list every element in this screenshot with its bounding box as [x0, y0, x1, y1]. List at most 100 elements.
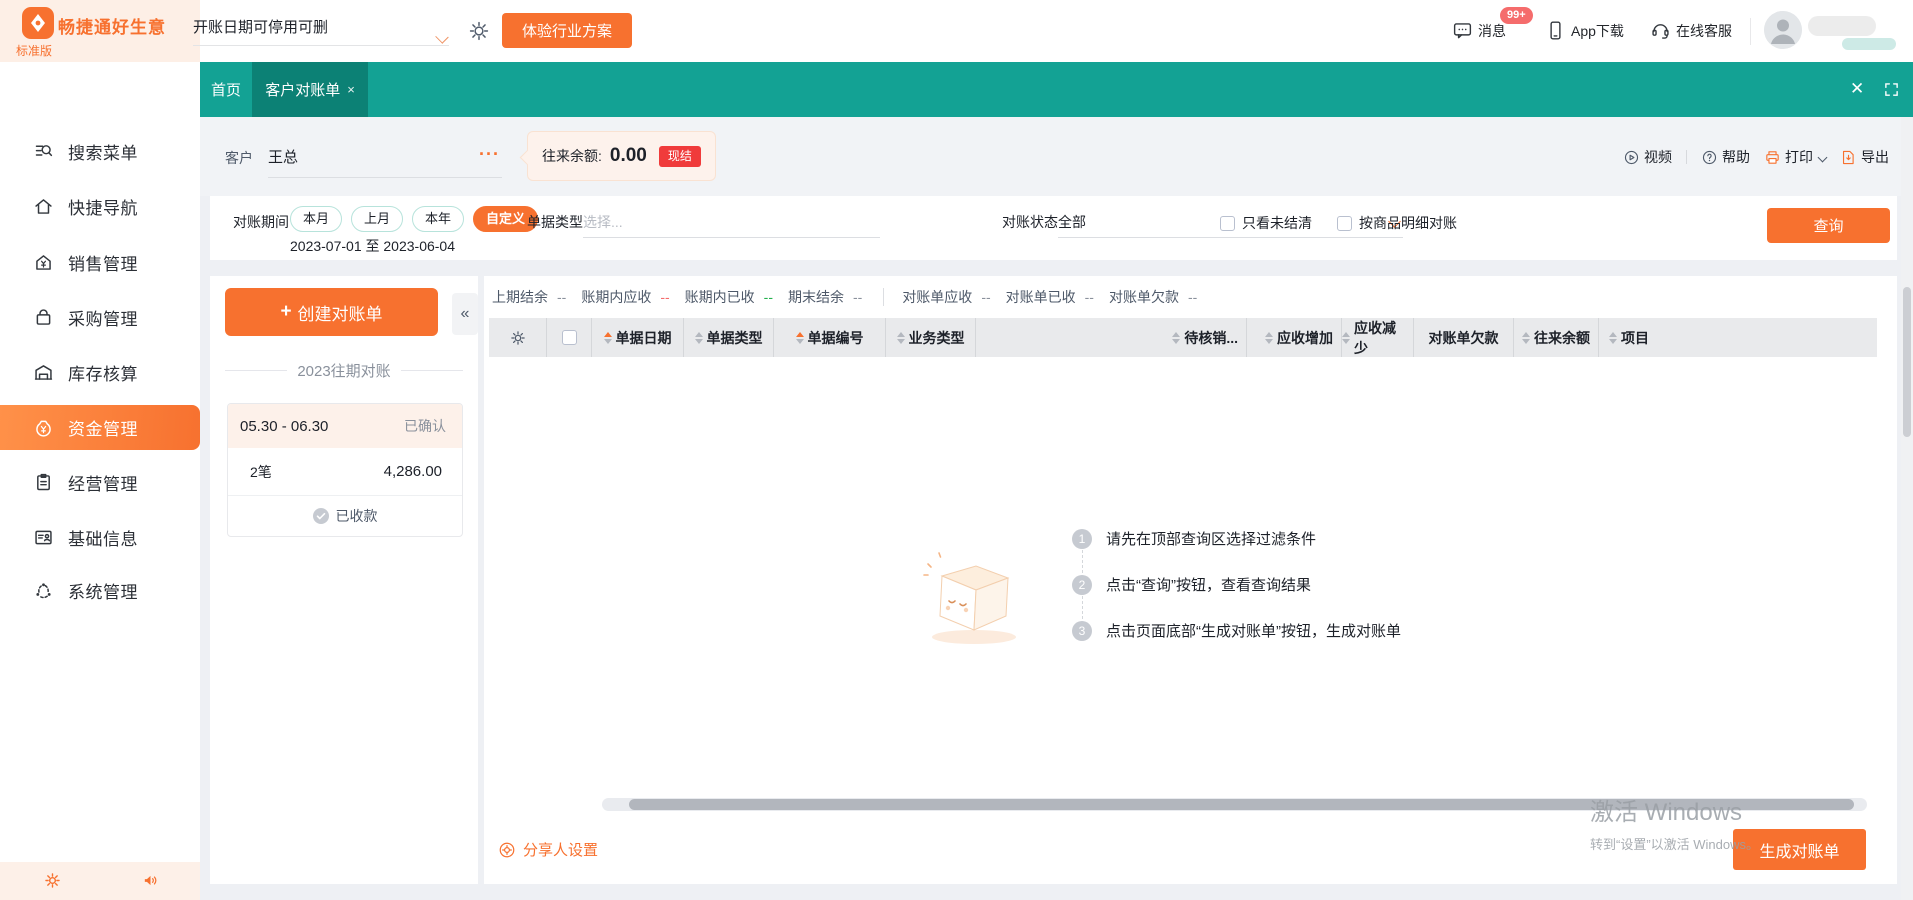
logo-block: 畅捷通好生意 标准版 — [0, 0, 200, 62]
empty-state-steps: 1 请先在顶部查询区选择过滤条件 2 点击“查询”按钮，查看查询结果 3 点击页… — [1072, 528, 1401, 666]
username-masked-accent — [1842, 38, 1896, 50]
only-unsettled-checkbox[interactable]: 只看未结清 — [1220, 213, 1312, 233]
footer-gear-icon[interactable] — [44, 872, 61, 889]
announcement-horn-icon[interactable] — [142, 872, 159, 889]
message-icon — [1452, 20, 1473, 41]
sidebar-item-inventory[interactable]: 库存核算 — [0, 350, 200, 394]
column-settings-cell[interactable] — [489, 318, 547, 357]
column-doc-no[interactable]: 单据编号 — [774, 318, 886, 357]
horizontal-scrollbar[interactable] — [602, 798, 1867, 811]
sidebar-item-sales[interactable]: 销售管理 — [0, 240, 200, 284]
sidebar-item-search-menu[interactable]: 搜索菜单 — [0, 129, 200, 173]
summary-item: 账期内应收 -- — [581, 287, 669, 307]
column-receivable-increase[interactable]: 应收增加 — [1247, 318, 1342, 357]
customer-more-button[interactable]: ... — [479, 139, 500, 160]
chevron-down-icon — [1817, 152, 1828, 162]
balance-value: 0.00 — [609, 145, 647, 166]
column-pending-writeoff[interactable]: 待核销... — [976, 318, 1247, 357]
summary-item: 对账单应收 -- — [902, 287, 990, 307]
column-project[interactable]: 项目 — [1599, 318, 1877, 357]
sales-shop-icon — [33, 252, 54, 273]
close-icon[interactable]: ✕ — [1850, 79, 1864, 99]
toolbar-divider — [1686, 150, 1687, 164]
sidebar-item-system[interactable]: 系统管理 — [0, 568, 200, 612]
vertical-scrollbar[interactable] — [1901, 117, 1913, 900]
sort-icon[interactable] — [1609, 331, 1617, 344]
sort-icon[interactable] — [1265, 331, 1273, 344]
collapse-panel-button[interactable]: « — [452, 293, 478, 335]
export-button[interactable]: 导出 — [1840, 147, 1889, 167]
online-service-label: 在线客服 — [1676, 22, 1732, 39]
column-label: 待核销... — [1184, 329, 1238, 346]
sort-icon[interactable] — [1522, 331, 1530, 344]
period-this-year[interactable]: 本年 — [412, 206, 465, 232]
app-title: 畅捷通好生意 — [58, 18, 166, 37]
status-label: 对账状态 — [1002, 214, 1058, 230]
page-toolbar: 视频 帮助 打印 导出 — [1623, 147, 1889, 167]
sort-icon[interactable] — [603, 331, 612, 344]
sidebar-item-label: 系统管理 — [68, 582, 138, 602]
messages-button[interactable]: 消息 — [1452, 20, 1506, 41]
summary-divider — [883, 288, 885, 306]
user-avatar[interactable] — [1764, 11, 1802, 49]
sidebar-item-purchase[interactable]: 采购管理 — [0, 295, 200, 339]
scrollbar-thumb[interactable] — [1903, 287, 1911, 437]
column-label: 项目 — [1621, 329, 1649, 346]
tab-close-icon[interactable]: × — [347, 82, 355, 97]
query-button[interactable]: 查询 — [1767, 208, 1890, 243]
fullscreen-icon[interactable] — [1884, 82, 1899, 97]
print-button[interactable]: 打印 — [1764, 147, 1828, 167]
sort-icon[interactable] — [795, 331, 804, 344]
doc-type-placeholder: 选择... — [583, 214, 623, 230]
column-receivable-decrease[interactable]: 应收减少 — [1342, 318, 1414, 357]
sidebar-item-operations[interactable]: 经营管理 — [0, 460, 200, 504]
create-statement-button[interactable]: + 创建对账单 — [225, 288, 438, 336]
settings-gear-icon[interactable] — [468, 20, 490, 42]
online-service-button[interactable]: 在线客服 — [1650, 20, 1732, 41]
home-icon — [33, 196, 54, 217]
generate-statement-button[interactable]: 生成对账单 — [1733, 829, 1866, 870]
app-download-button[interactable]: App下载 — [1545, 20, 1624, 41]
date-range[interactable]: 2023-07-01 至 2023-06-04 — [290, 236, 455, 256]
column-doc-type[interactable]: 单据类型 — [684, 318, 774, 357]
column-balance[interactable]: 往来余额 — [1514, 318, 1599, 357]
period-last-month[interactable]: 上月 — [351, 206, 404, 232]
summary-label: 期末结余 — [787, 289, 844, 305]
column-statement-debt[interactable]: 对账单欠款 — [1414, 318, 1514, 357]
period-this-month[interactable]: 本月 — [290, 206, 343, 232]
tab-home[interactable]: 首页 — [200, 62, 252, 117]
doc-type-select[interactable]: 选择... — [583, 208, 880, 238]
summary-item: 期末结余 -- — [788, 287, 862, 307]
sort-icon[interactable] — [1342, 331, 1350, 344]
column-label: 往来余额 — [1534, 329, 1590, 346]
video-button[interactable]: 视频 — [1623, 147, 1672, 167]
step-item: 2 点击“查询”按钮，查看查询结果 — [1072, 574, 1401, 619]
select-all-cell[interactable] — [547, 318, 592, 357]
sort-icon[interactable] — [1172, 331, 1181, 344]
statement-list-panel: + 创建对账单 « 2023往期对账 05.30 - 06.30 已确认 2笔 … — [210, 276, 478, 884]
trial-industry-button[interactable]: 体验行业方案 — [502, 13, 632, 48]
sidebar-nav: 搜索菜单 快捷导航 销售管理 采购管理 库存核算 资金管理 经营管理 基础信息 … — [0, 62, 200, 900]
statement-card[interactable]: 05.30 - 06.30 已确认 2笔 4,286.00 已收款 — [227, 403, 463, 537]
by-product-checkbox[interactable]: 按商品明细对账 — [1337, 213, 1457, 233]
column-biz-type[interactable]: 业务类型 — [886, 318, 976, 357]
username-masked[interactable] — [1808, 16, 1876, 36]
scrollbar-thumb[interactable] — [629, 799, 1854, 810]
help-button[interactable]: 帮助 — [1701, 147, 1750, 167]
share-settings-button[interactable]: 分享人设置 — [498, 839, 598, 860]
clipboard-icon — [33, 472, 54, 493]
sort-icon[interactable] — [896, 331, 905, 344]
sidebar-item-funds[interactable]: 资金管理 — [0, 405, 200, 450]
summary-value: -- — [1187, 289, 1198, 305]
sidebar-item-quick-nav[interactable]: 快捷导航 — [0, 184, 200, 228]
sort-icon[interactable] — [694, 331, 703, 344]
summary-label: 账期内已收 — [684, 289, 755, 305]
account-set-select[interactable]: 开账日期可停用可删 — [193, 12, 449, 46]
sidebar-item-basic-info[interactable]: 基础信息 — [0, 515, 200, 559]
tab-customer-statement[interactable]: 客户对账单 × — [252, 62, 368, 117]
customer-name-select[interactable]: 王总 — [268, 146, 298, 167]
app-download-label: App下载 — [1571, 22, 1624, 39]
column-doc-date[interactable]: 单据日期 — [592, 318, 684, 357]
customer-label: 客户 — [225, 150, 253, 166]
sidebar-item-label: 基础信息 — [68, 529, 138, 549]
